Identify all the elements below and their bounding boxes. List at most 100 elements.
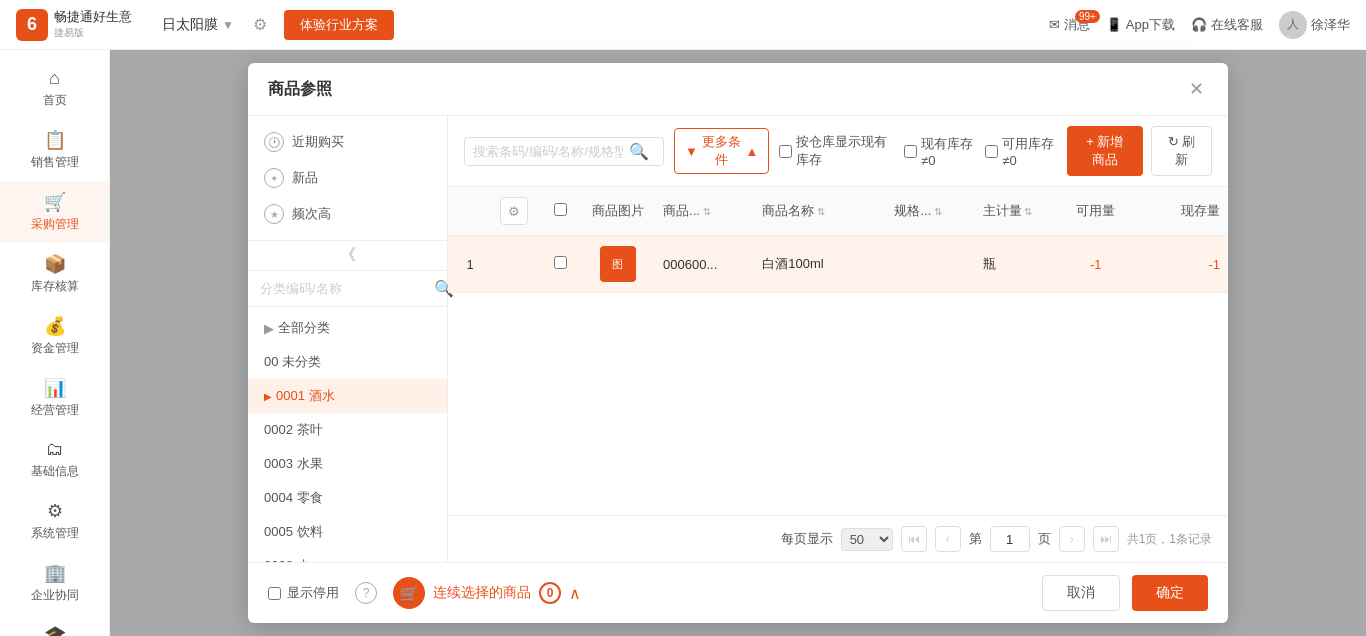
cat-label-0001: 0001 酒水 bbox=[276, 387, 335, 405]
col-header-num bbox=[448, 187, 492, 236]
cancel-button[interactable]: 取消 bbox=[1042, 575, 1120, 611]
page-next-btn[interactable]: › bbox=[1059, 526, 1085, 552]
modal-body: 🕐 近期购买 ✦ 新品 ★ 频次高 《 bbox=[248, 116, 1228, 562]
cat-item-all[interactable]: ▶ 全部分类 bbox=[248, 311, 447, 345]
tab-frequent-label: 频次高 bbox=[292, 205, 331, 223]
table-settings-icon[interactable]: ⚙ bbox=[500, 197, 528, 225]
add-product-btn[interactable]: + 新增商品 bbox=[1067, 126, 1143, 176]
help-icon[interactable]: ? bbox=[355, 582, 377, 604]
message-item[interactable]: ✉ 消息 99+ bbox=[1049, 16, 1090, 34]
right-panel: 🔍 ▼ 更多条件 ▲ 按仓库显示现有库存 bbox=[448, 116, 1228, 562]
modal-title: 商品参照 bbox=[268, 79, 332, 100]
tab-frequent[interactable]: ★ 频次高 bbox=[248, 196, 447, 232]
cat-item-0004[interactable]: 0004 零食 bbox=[248, 481, 447, 515]
page-last-btn[interactable]: ⏭ bbox=[1093, 526, 1119, 552]
guide-icon: 🎓 bbox=[44, 624, 66, 636]
col-header-avail: 可用量 bbox=[1052, 187, 1140, 236]
cat-label-0003: 0003 水果 bbox=[264, 455, 323, 473]
sidebar-label-sales: 销售管理 bbox=[31, 154, 79, 171]
headset-icon: 🎧 bbox=[1191, 17, 1207, 32]
sidebar-label-enterprise: 企业协同 bbox=[31, 587, 79, 604]
row-checkbox[interactable] bbox=[541, 236, 581, 293]
checkbox-avail-ne0-input[interactable] bbox=[985, 145, 998, 158]
app-download-item[interactable]: 📱 App下载 bbox=[1106, 16, 1175, 34]
logo-text: 畅捷通好生意 bbox=[54, 9, 132, 26]
logo-text-area: 畅捷通好生意 捷易版 bbox=[54, 9, 132, 40]
confirm-button[interactable]: 确定 bbox=[1132, 575, 1208, 611]
select-all-checkbox[interactable] bbox=[554, 203, 567, 216]
cat-item-0003[interactable]: 0003 水果 bbox=[248, 447, 447, 481]
checkbox-avail-ne0[interactable]: 可用库存≠0 bbox=[985, 135, 1056, 168]
sidebar-item-sales[interactable]: 📋 销售管理 bbox=[0, 119, 109, 181]
cat-item-0005[interactable]: 0005 饮料 bbox=[248, 515, 447, 549]
experience-btn[interactable]: 体验行业方案 bbox=[284, 10, 394, 40]
modal-overlay: 商品参照 ✕ 🕐 近期购买 ✦ 新 bbox=[110, 50, 1366, 636]
pagination: 每页显示 50 20 100 ⏮ ‹ 第 页 › bbox=[448, 515, 1228, 562]
checkbox-warehouse-label: 按仓库显示现有库存 bbox=[796, 133, 894, 169]
collapse-cart-icon[interactable]: ∧ bbox=[569, 584, 581, 603]
main-layout: ⌂ 首页 📋 销售管理 🛒 采购管理 📦 库存核算 💰 资金管理 📊 经营管理 … bbox=[0, 50, 1366, 636]
show-disabled-checkbox[interactable]: 显示停用 bbox=[268, 584, 339, 602]
sidebar-item-home[interactable]: ⌂ 首页 bbox=[0, 58, 109, 119]
sidebar-item-finance[interactable]: 💰 资金管理 bbox=[0, 305, 109, 367]
col-header-code[interactable]: 商品... bbox=[655, 187, 754, 236]
sidebar-item-system[interactable]: ⚙ 系统管理 bbox=[0, 490, 109, 552]
message-icon: ✉ bbox=[1049, 17, 1060, 32]
table-header: ⚙ 商品图片 商品... 商品名称 规格... bbox=[448, 187, 1228, 236]
col-header-spec[interactable]: 规格... bbox=[886, 187, 974, 236]
inventory-icon: 📦 bbox=[44, 253, 66, 275]
product-img: 图 bbox=[600, 246, 636, 282]
category-search-input[interactable] bbox=[260, 281, 428, 296]
search-icon[interactable]: 🔍 bbox=[629, 142, 649, 161]
page-first-btn[interactable]: ⏮ bbox=[901, 526, 927, 552]
close-icon[interactable]: ✕ bbox=[1184, 77, 1208, 101]
checkbox-stock-ne0-input[interactable] bbox=[904, 145, 917, 158]
nav-selector-label: 日太阳膜 bbox=[162, 16, 218, 34]
cat-item-0008[interactable]: 0008 水 bbox=[248, 549, 447, 562]
sidebar-item-basic[interactable]: 🗂 基础信息 bbox=[0, 429, 109, 490]
show-disabled-input[interactable] bbox=[268, 587, 281, 600]
arrow-icon: ▶ bbox=[264, 321, 274, 336]
col-header-stock: 现存量 bbox=[1140, 187, 1228, 236]
sidebar-item-guide[interactable]: 🎓 新手引导 bbox=[0, 614, 109, 636]
refresh-btn[interactable]: ↻ 刷新 bbox=[1151, 126, 1212, 176]
tab-recent[interactable]: 🕐 近期购买 bbox=[248, 124, 447, 160]
cat-item-0002[interactable]: 0002 茶叶 bbox=[248, 413, 447, 447]
cat-item-0001[interactable]: ▶ 0001 酒水 bbox=[248, 379, 447, 413]
col-header-unit[interactable]: 主计量 bbox=[975, 187, 1052, 236]
collapse-panel-btn[interactable]: 《 bbox=[248, 241, 447, 271]
cat-item-00[interactable]: 00 未分类 bbox=[248, 345, 447, 379]
cart-area: 🛒 连续选择的商品 0 ∧ bbox=[393, 577, 581, 609]
page-size-select[interactable]: 50 20 100 bbox=[841, 528, 893, 551]
category-list: ▶ 全部分类 00 未分类 ▶ 0001 酒水 0002 茶 bbox=[248, 307, 447, 562]
page-prev-btn[interactable]: ‹ bbox=[935, 526, 961, 552]
checkbox-stock-ne0[interactable]: 现有库存≠0 bbox=[904, 135, 975, 168]
col-header-name[interactable]: 商品名称 bbox=[754, 187, 886, 236]
gear-icon[interactable]: ⚙ bbox=[244, 9, 276, 41]
online-service-item[interactable]: 🎧 在线客服 bbox=[1191, 16, 1263, 34]
search-input[interactable] bbox=[473, 144, 623, 159]
table-row[interactable]: 1 图 000600... bbox=[448, 236, 1228, 293]
filter-btn[interactable]: ▼ 更多条件 ▲ bbox=[674, 128, 769, 174]
cat-label-all: 全部分类 bbox=[278, 319, 330, 337]
row-avail: -1 bbox=[1052, 236, 1140, 293]
page-input[interactable] bbox=[990, 526, 1030, 552]
nav-right: ✉ 消息 99+ 📱 App下载 🎧 在线客服 人 徐泽华 bbox=[1049, 11, 1350, 39]
row-spec bbox=[886, 236, 974, 293]
purchase-icon: 🛒 bbox=[44, 191, 66, 213]
nav-selector[interactable]: 日太阳膜 ▼ bbox=[152, 0, 244, 50]
logo-area: 6 畅捷通好生意 捷易版 bbox=[16, 9, 132, 41]
sidebar-item-enterprise[interactable]: 🏢 企业协同 bbox=[0, 552, 109, 614]
checkbox-warehouse-input[interactable] bbox=[779, 145, 792, 158]
user-item[interactable]: 人 徐泽华 bbox=[1279, 11, 1350, 39]
app-download-label: App下载 bbox=[1126, 16, 1175, 34]
checkbox-warehouse[interactable]: 按仓库显示现有库存 bbox=[779, 133, 894, 169]
sidebar-item-inventory[interactable]: 📦 库存核算 bbox=[0, 243, 109, 305]
sidebar-item-purchase[interactable]: 🛒 采购管理 bbox=[0, 181, 109, 243]
tab-new[interactable]: ✦ 新品 bbox=[248, 160, 447, 196]
row-code: 000600... bbox=[655, 236, 754, 293]
cart-icon[interactable]: 🛒 bbox=[393, 577, 425, 609]
row-select-checkbox[interactable] bbox=[554, 256, 567, 269]
sidebar-item-operations[interactable]: 📊 经营管理 bbox=[0, 367, 109, 429]
top-nav: 6 畅捷通好生意 捷易版 日太阳膜 ▼ ⚙ 体验行业方案 ✉ 消息 99+ 📱 … bbox=[0, 0, 1366, 50]
